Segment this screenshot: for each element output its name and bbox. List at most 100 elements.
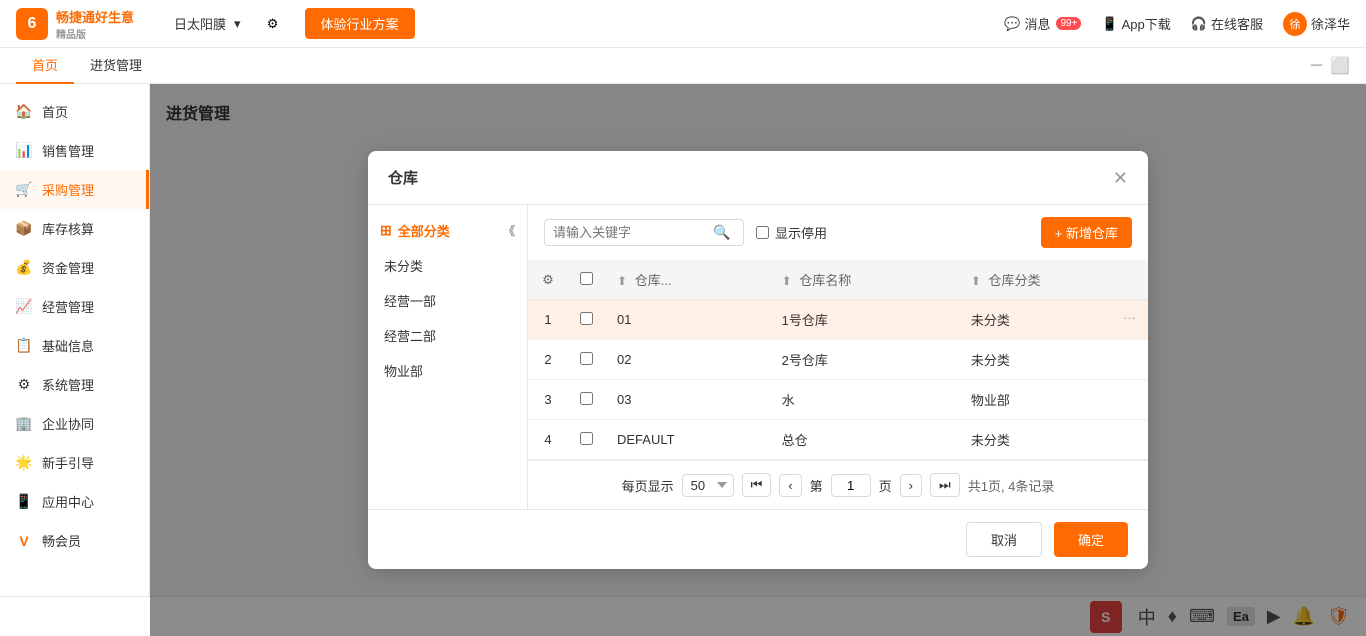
- logo-text: 畅捷通好生意 精品版: [56, 7, 134, 41]
- row-seq: 2: [528, 340, 568, 380]
- sidebar-item-enterprise[interactable]: 🏢 企业协同: [0, 404, 149, 443]
- sort-icon-category: ⬆: [971, 274, 981, 288]
- row-checkbox[interactable]: [568, 380, 605, 420]
- navtab-home[interactable]: 首页: [16, 48, 74, 84]
- minimize-button[interactable]: ─: [1311, 57, 1322, 75]
- category-dept1[interactable]: 经营一部: [368, 283, 527, 318]
- table-row[interactable]: 2 02 2号仓库 未分类: [528, 340, 1148, 380]
- modal-right-panel: 🔍 显示停用 + 新增仓库: [528, 205, 1148, 509]
- settings-icon: ⚙: [542, 272, 554, 287]
- search-input[interactable]: [553, 225, 713, 240]
- table-row[interactable]: 3 03 水 物业部: [528, 380, 1148, 420]
- row-checkbox[interactable]: [568, 420, 605, 460]
- show-disabled-toggle[interactable]: 显示停用: [756, 223, 827, 242]
- row-code: DEFAULT: [605, 420, 770, 460]
- per-page-select[interactable]: 10 20 50 100: [682, 474, 734, 497]
- sidebar-item-finance[interactable]: 💰 资金管理: [0, 248, 149, 287]
- modal-overlay: 仓库 ✕ ⊞ 全部分类 《: [150, 84, 1366, 636]
- gear-icon: ⚙: [267, 16, 279, 32]
- navtab-purchase[interactable]: 进货管理: [74, 48, 158, 84]
- th-checkbox: [568, 260, 605, 300]
- modal-left-panel: ⊞ 全部分类 《 未分类 经营一部 经营二部: [368, 205, 528, 509]
- row-category: 未分类 ···: [959, 300, 1148, 340]
- cancel-button[interactable]: 取消: [966, 522, 1042, 557]
- vip-icon: V: [16, 533, 32, 549]
- grid-icon: ⊞: [380, 222, 392, 239]
- modal-footer: 取消 确定: [368, 509, 1148, 569]
- sidebar-item-guide[interactable]: 🌟 新手引导: [0, 443, 149, 482]
- search-icon: 🔍: [713, 224, 730, 241]
- message-icon: 💬: [1004, 16, 1020, 32]
- modal-header: 仓库 ✕: [368, 151, 1148, 205]
- row-code: 02: [605, 340, 770, 380]
- app-download-button[interactable]: 📱 App下载: [1101, 14, 1170, 33]
- headset-icon: 🎧: [1191, 16, 1207, 32]
- row-seq: 4: [528, 420, 568, 460]
- guide-icon: 🌟: [16, 455, 32, 471]
- select-all-checkbox[interactable]: [580, 272, 593, 285]
- warehouse-table: ⚙ ⬆ 仓库...: [528, 260, 1148, 460]
- last-page-button[interactable]: ⏭: [930, 473, 960, 497]
- logo-icon: 6: [16, 8, 48, 40]
- navtabs: 首页 进货管理 ─ ⬜: [0, 48, 1366, 84]
- row-checkbox[interactable]: [568, 300, 605, 340]
- company-selector[interactable]: 日太阳膜 ▾: [166, 10, 249, 37]
- sidebar-item-home[interactable]: 🏠 首页: [0, 92, 149, 131]
- modal-title: 仓库: [388, 167, 418, 188]
- row-code: 03: [605, 380, 770, 420]
- all-categories-button[interactable]: ⊞ 全部分类 《: [368, 213, 527, 248]
- th-code: ⬆ 仓库...: [605, 260, 770, 300]
- modal-table: ⚙ ⬆ 仓库...: [528, 260, 1148, 460]
- collapse-arrow-icon: 《: [503, 222, 515, 239]
- finance-icon: 💰: [16, 260, 32, 276]
- sidebar-item-basicinfo[interactable]: 📋 基础信息: [0, 326, 149, 365]
- trial-button[interactable]: 体验行业方案: [305, 8, 415, 39]
- next-page-button[interactable]: ›: [900, 474, 922, 497]
- app-logo: 6 畅捷通好生意 精品版: [16, 7, 166, 41]
- row-actions: ···: [1123, 310, 1136, 325]
- user-avatar: 徐: [1283, 12, 1307, 36]
- th-category: ⬆ 仓库分类: [959, 260, 1148, 300]
- page-number-input[interactable]: [831, 474, 871, 497]
- row-checkbox[interactable]: [568, 340, 605, 380]
- modal-close-button[interactable]: ✕: [1113, 169, 1128, 187]
- modal-pagination: 每页显示 10 20 50 100 ⏮ ‹ 第 页: [528, 460, 1148, 509]
- sidebar-item-sales[interactable]: 📊 销售管理: [0, 131, 149, 170]
- th-settings: ⚙: [528, 260, 568, 300]
- messages-button[interactable]: 💬 消息 99+: [1004, 14, 1081, 33]
- sidebar-item-apps[interactable]: 📱 应用中心: [0, 482, 149, 521]
- new-warehouse-button[interactable]: + 新增仓库: [1041, 217, 1132, 248]
- maximize-button[interactable]: ⬜: [1330, 56, 1350, 76]
- row-category: 未分类: [959, 420, 1148, 460]
- prev-page-button[interactable]: ‹: [779, 474, 801, 497]
- row-name: 水: [770, 380, 959, 420]
- enterprise-icon: 🏢: [16, 416, 32, 432]
- confirm-button[interactable]: 确定: [1054, 522, 1128, 557]
- row-category: 物业部: [959, 380, 1148, 420]
- operations-icon: 📈: [16, 299, 32, 315]
- category-unclassified[interactable]: 未分类: [368, 248, 527, 283]
- category-dept2[interactable]: 经营二部: [368, 318, 527, 353]
- show-disabled-checkbox[interactable]: [756, 226, 769, 239]
- phone-icon: 📱: [1101, 16, 1117, 32]
- sidebar-item-vip[interactable]: V 畅会员: [0, 521, 149, 560]
- row-seq: 3: [528, 380, 568, 420]
- online-service-button[interactable]: 🎧 在线客服: [1191, 14, 1263, 33]
- row-seq: 1: [528, 300, 568, 340]
- table-row[interactable]: 4 DEFAULT 总仓 未分类: [528, 420, 1148, 460]
- sidebar-item-purchase[interactable]: 🛒 采购管理: [0, 170, 149, 209]
- table-row[interactable]: 1 01 1号仓库 未分类 ···: [528, 300, 1148, 340]
- category-property[interactable]: 物业部: [368, 353, 527, 388]
- sidebar-item-operations[interactable]: 📈 经营管理: [0, 287, 149, 326]
- table-header-row: ⚙ ⬆ 仓库...: [528, 260, 1148, 300]
- chevron-down-icon: ▾: [234, 16, 241, 32]
- settings-button[interactable]: ⚙: [257, 8, 289, 40]
- sidebar-item-inventory[interactable]: 📦 库存核算: [0, 209, 149, 248]
- content-area: 进货管理 仓库 ✕ ⊞ 全部分类: [150, 84, 1366, 636]
- basicinfo-icon: 📋: [16, 338, 32, 354]
- first-page-button[interactable]: ⏮: [742, 473, 772, 497]
- user-menu[interactable]: 徐 徐泽华: [1283, 12, 1350, 36]
- sidebar-item-system[interactable]: ⚙ 系统管理: [0, 365, 149, 404]
- purchase-icon: 🛒: [16, 182, 32, 198]
- apps-icon: 📱: [16, 494, 32, 510]
